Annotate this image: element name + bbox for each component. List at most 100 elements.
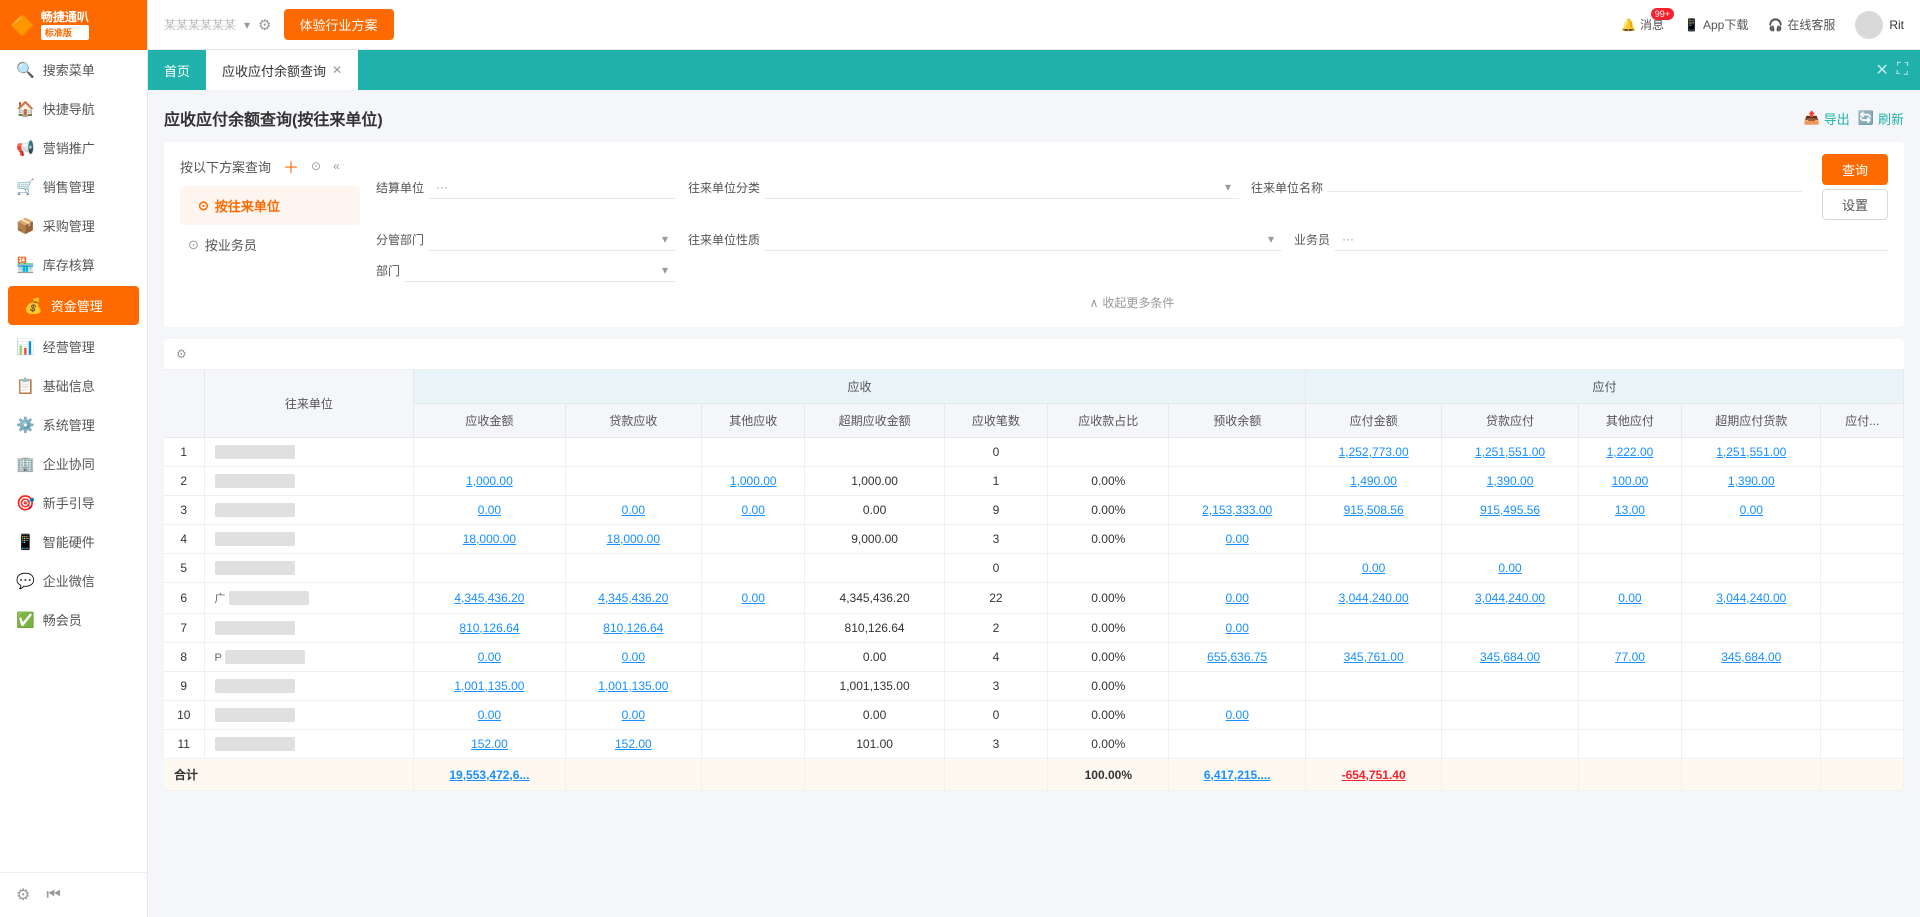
table-cell[interactable]: 77.00 <box>1578 643 1681 672</box>
maximize-icon[interactable]: ⛶ <box>1897 61 1908 79</box>
table-cell[interactable]: 3,044,240.00 <box>1682 583 1821 614</box>
table-cell[interactable]: 0.00 <box>1442 554 1578 583</box>
table-cell[interactable]: 3,044,240.00 <box>1305 583 1441 614</box>
table-cell[interactable]: 1,390.00 <box>1682 467 1821 496</box>
table-scroll[interactable]: 往来单位 应收 应付 应收金额 贷款应收 其他应收 <box>164 370 1904 791</box>
table-cell[interactable]: 345,684.00 <box>1682 643 1821 672</box>
sidebar-item-member[interactable]: ✅ 畅会员 <box>0 600 147 639</box>
table-cell[interactable]: 13.00 <box>1578 496 1681 525</box>
filter-collapse-icon[interactable]: « <box>333 159 340 173</box>
chevron-down-icon[interactable]: ▾ <box>244 18 250 32</box>
table-cell[interactable]: 1,222.00 <box>1578 438 1681 467</box>
query-button[interactable]: 查询 <box>1822 154 1888 185</box>
table-cell[interactable]: 0.00 <box>414 643 565 672</box>
sidebar-item-purchase[interactable]: 📦 采购管理 <box>0 206 147 245</box>
sidebar-item-wechat[interactable]: 💬 企业微信 <box>0 561 147 600</box>
tab-home[interactable]: 首页 <box>148 50 206 90</box>
partner-nature-dropdown[interactable]: ▾ <box>764 228 1282 251</box>
table-cell[interactable]: 4,345,436.20 <box>414 583 565 614</box>
table-cell[interactable]: 345,684.00 <box>1442 643 1578 672</box>
table-cell[interactable]: 1,390.00 <box>1442 467 1578 496</box>
table-cell[interactable]: 0.00 <box>414 701 565 730</box>
table-cell[interactable]: 1,000.00 <box>702 467 805 496</box>
table-cell[interactable]: 0.00 <box>565 701 701 730</box>
filter-option-salesperson[interactable]: ⊙ 按业务员 <box>180 231 360 258</box>
filter-add-button[interactable]: ＋ <box>283 154 299 178</box>
sidebar-item-enterprise[interactable]: 🏢 企业协同 <box>0 444 147 483</box>
table-cell[interactable]: 1,000.00 <box>414 467 565 496</box>
sidebar-item-hardware[interactable]: 📱 智能硬件 <box>0 522 147 561</box>
collapse-more-button[interactable]: ∧ 收起更多条件 <box>376 290 1888 315</box>
settlement-input[interactable]: ··· <box>428 176 676 199</box>
sidebar-item-marketing[interactable]: 📢 营销推广 <box>0 128 147 167</box>
app-download-button[interactable]: 📱 App下载 <box>1684 16 1748 33</box>
gear-icon[interactable]: ⚙ <box>258 16 271 34</box>
sidebar-item-guide[interactable]: 🎯 新手引导 <box>0 483 147 522</box>
partner-category-dropdown[interactable]: ▾ <box>764 176 1239 199</box>
table-cell[interactable]: 1,001,135.00 <box>565 672 701 701</box>
col-other-recv: 其他应收 <box>702 404 805 438</box>
sidebar-item-business[interactable]: 📊 经营管理 <box>0 327 147 366</box>
table-cell[interactable]: 152.00 <box>565 730 701 759</box>
table-cell[interactable]: 18,000.00 <box>565 525 701 554</box>
table-cell[interactable]: 152.00 <box>414 730 565 759</box>
footer-pay-amt[interactable]: -654,751.40 <box>1305 759 1441 791</box>
table-cell[interactable]: 100.00 <box>1578 467 1681 496</box>
filter-option-partner[interactable]: ⊙ 按往来单位 <box>190 192 350 219</box>
table-cell[interactable]: 915,508.56 <box>1305 496 1441 525</box>
promo-button[interactable]: 体验行业方案 <box>284 9 394 40</box>
table-cell[interactable]: 1,251,551.00 <box>1442 438 1578 467</box>
sidebar-item-quicknav[interactable]: 🏠 快捷导航 <box>0 89 147 128</box>
table-cell[interactable]: 0.00 <box>702 496 805 525</box>
sidebar-item-search[interactable]: 🔍 搜索菜单 <box>0 50 147 89</box>
sidebar-item-inventory[interactable]: 🏪 库存核算 <box>0 245 147 284</box>
sidebar-item-finance[interactable]: 💰 资金管理 <box>8 286 139 325</box>
settings-icon[interactable]: ⚙ <box>16 885 30 905</box>
online-service-button[interactable]: 🎧 在线客服 <box>1768 16 1835 33</box>
table-cell[interactable]: 0.00 <box>1682 496 1821 525</box>
table-cell[interactable]: 0.00 <box>1169 701 1305 730</box>
table-cell[interactable]: 0.00 <box>702 583 805 614</box>
sidebar-item-basic[interactable]: 📋 基础信息 <box>0 366 147 405</box>
table-cell[interactable]: 4,345,436.20 <box>565 583 701 614</box>
close-all-icon[interactable]: ✕ <box>1875 60 1888 80</box>
close-icon[interactable]: ✕ <box>332 63 342 77</box>
table-cell[interactable]: 810,126.64 <box>565 614 701 643</box>
table-cell[interactable]: 1,001,135.00 <box>414 672 565 701</box>
setting-button[interactable]: 设置 <box>1822 189 1888 220</box>
subdept-dropdown[interactable]: ▾ <box>404 259 676 282</box>
footer-recv-amt[interactable]: 19,553,472,6... <box>414 759 565 791</box>
dept-dropdown[interactable]: ▾ <box>428 228 676 251</box>
table-cell[interactable]: 0.00 <box>1305 554 1441 583</box>
table-cell[interactable]: 345,761.00 <box>1305 643 1441 672</box>
table-cell[interactable]: 0.00 <box>1578 583 1681 614</box>
table-cell[interactable]: 0.00 <box>414 496 565 525</box>
table-cell[interactable]: 0.00 <box>1169 583 1305 614</box>
user-menu[interactable]: Rit <box>1855 11 1904 39</box>
table-cell[interactable]: 0.00 <box>565 643 701 672</box>
table-cell[interactable]: 915,495.56 <box>1442 496 1578 525</box>
table-cell[interactable]: 810,126.64 <box>414 614 565 643</box>
notifications-button[interactable]: 🔔 消息 99+ <box>1621 16 1664 33</box>
sidebar-item-sales[interactable]: 🛒 销售管理 <box>0 167 147 206</box>
table-cell[interactable]: 0.00 <box>565 496 701 525</box>
collapse-icon[interactable]: ⏮ <box>46 886 60 904</box>
table-cell[interactable]: 1,252,773.00 <box>1305 438 1441 467</box>
filter-settings-icon[interactable]: ⊙ <box>311 159 321 173</box>
table-cell[interactable]: 1,490.00 <box>1305 467 1441 496</box>
table-settings-icon[interactable]: ⚙ <box>176 347 187 361</box>
partner-name-input[interactable] <box>1327 183 1802 192</box>
tab-ar-ap[interactable]: 应收应付余额查询 ✕ <box>206 50 358 90</box>
footer-prepaid[interactable]: 6,417,215.... <box>1169 759 1305 791</box>
export-button[interactable]: 📤 导出 <box>1804 109 1850 128</box>
table-cell[interactable]: 655,636.75 <box>1169 643 1305 672</box>
table-cell[interactable]: 3,044,240.00 <box>1442 583 1578 614</box>
refresh-button[interactable]: 🔄 刷新 <box>1858 109 1904 128</box>
salesperson-input[interactable]: ··· <box>1334 228 1888 251</box>
table-cell[interactable]: 18,000.00 <box>414 525 565 554</box>
table-cell[interactable]: 0.00 <box>1169 525 1305 554</box>
table-cell[interactable]: 0.00 <box>1169 614 1305 643</box>
table-cell[interactable]: 2,153,333.00 <box>1169 496 1305 525</box>
table-cell[interactable]: 1,251,551.00 <box>1682 438 1821 467</box>
sidebar-item-system[interactable]: ⚙️ 系统管理 <box>0 405 147 444</box>
